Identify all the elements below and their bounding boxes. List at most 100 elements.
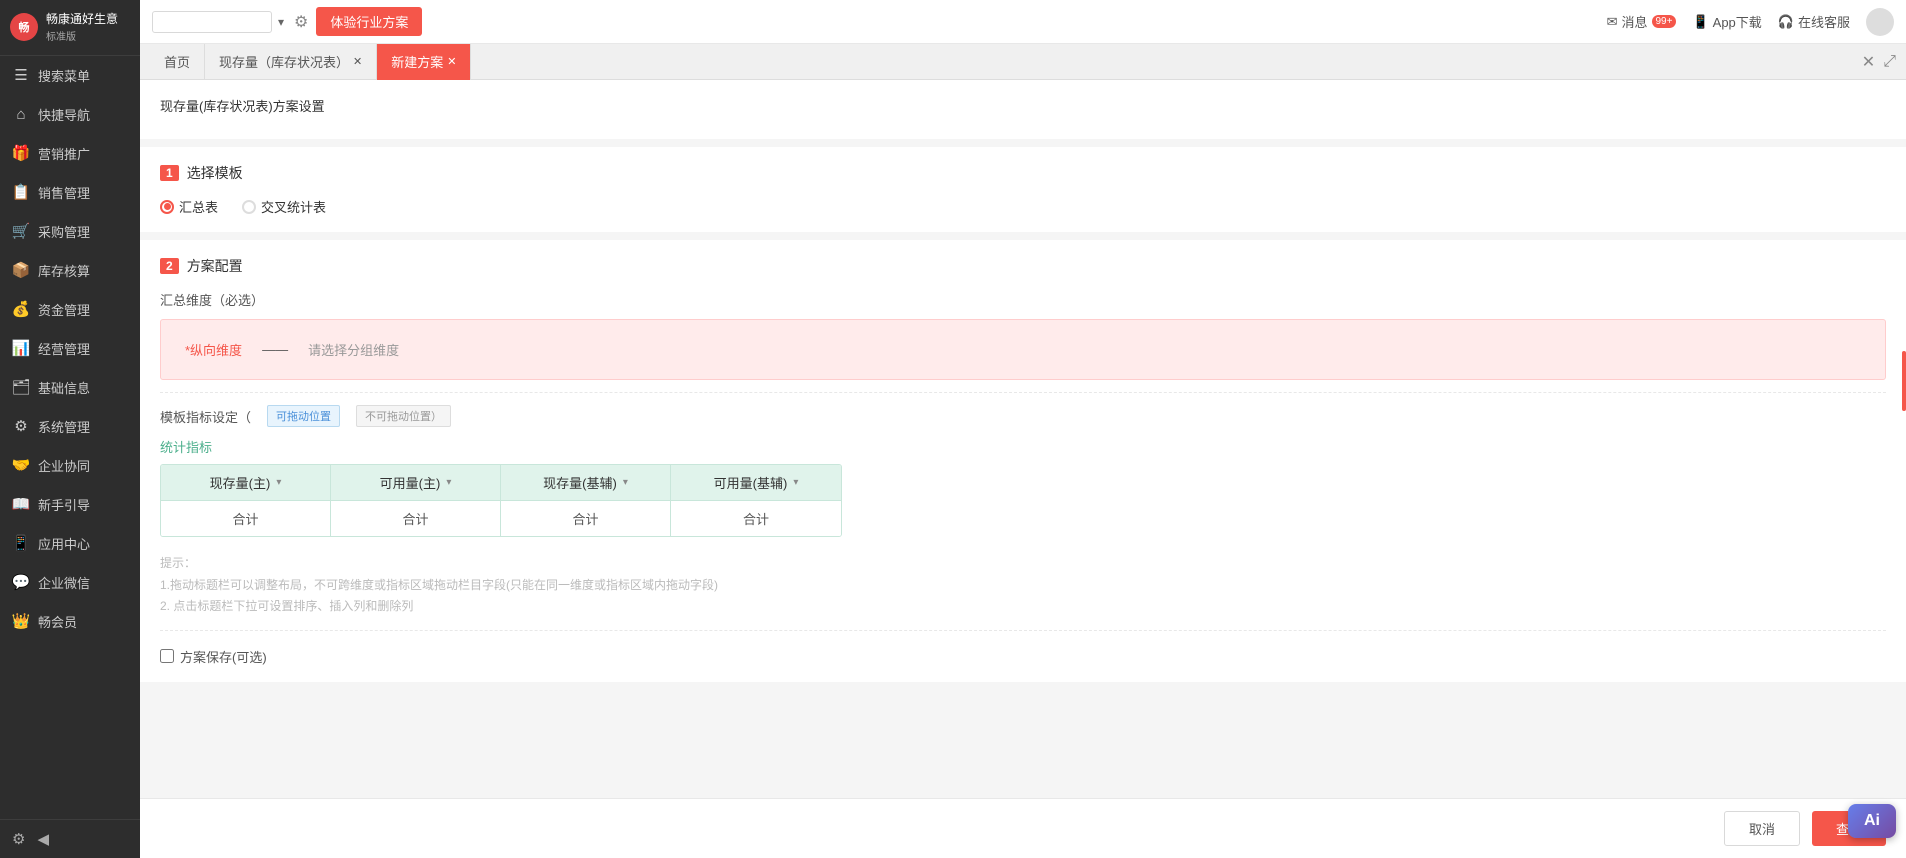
online-service-label: 在线客服 xyxy=(1798,12,1850,31)
step2-header: 2 方案配置 xyxy=(160,256,1886,276)
message-item[interactable]: ✉ 消息 99+ xyxy=(1607,12,1677,31)
industry-btn[interactable]: 体验行业方案 xyxy=(316,7,422,36)
divider1 xyxy=(160,392,1886,393)
avatar[interactable] xyxy=(1866,8,1894,36)
sidebar-item-purchase[interactable]: 🛒 采购管理 xyxy=(0,212,140,251)
sidebar-logo: 畅 畅康通好生意 标准版 xyxy=(0,0,140,56)
sidebar-item-label: 经营管理 xyxy=(38,339,90,358)
sidebar-item-app-center[interactable]: 📱 应用中心 xyxy=(0,524,140,563)
step1-title: 选择模板 xyxy=(187,163,243,183)
radio-cross[interactable]: 交叉统计表 xyxy=(242,197,326,216)
sidebar-item-coop[interactable]: 🤝 企业协同 xyxy=(0,446,140,485)
tip-item-1: 1.拖动标题栏可以调整布局，不可跨维度或指标区域拖动栏目字段(只能在同一维度或指… xyxy=(160,575,1886,597)
bottom-bar: 取消 查询 xyxy=(140,798,1906,858)
sidebar-item-member[interactable]: 👑 畅会员 xyxy=(0,602,140,641)
chevron-2[interactable]: ▾ xyxy=(623,477,628,488)
fixed-tag: 不可拖动位置） xyxy=(356,405,451,427)
sidebar-item-quick-nav[interactable]: ⌂ 快捷导航 xyxy=(0,95,140,134)
col-header-2[interactable]: 现存量(基辅) ▾ xyxy=(501,465,671,500)
sidebar-item-search-menu[interactable]: ☰ 搜索菜单 xyxy=(0,56,140,95)
ai-button[interactable]: Ai xyxy=(1848,804,1896,838)
col-header-3[interactable]: 可用量(基辅) ▾ xyxy=(671,465,841,500)
sidebar-item-wechat[interactable]: 💬 企业微信 xyxy=(0,563,140,602)
finance-icon: 💰 xyxy=(12,300,30,318)
stats-label: 统计指标 xyxy=(160,437,1886,456)
topbar-left: ▾ ⚙ 体验行业方案 xyxy=(152,7,422,36)
app-version: 标准版 xyxy=(46,28,118,43)
chevron-0[interactable]: ▾ xyxy=(276,477,281,488)
dropdown-icon[interactable]: ▾ xyxy=(278,15,284,29)
tip-item-2: 2. 点击标题栏下拉可设置排序、插入列和删除列 xyxy=(160,596,1886,618)
indicator-table: 现存量(主) ▾ 可用量(主) ▾ 现存量(基辅) ▾ 可用量(基辅) xyxy=(160,464,842,537)
dimension-arrow: —— xyxy=(262,342,288,357)
sidebar-item-label: 搜索菜单 xyxy=(38,66,90,85)
indicator-label-text: 模板指标设定（ xyxy=(160,407,251,426)
tab-new-plan[interactable]: 新建方案 ✕ xyxy=(377,44,471,80)
operation-icon: 📊 xyxy=(12,339,30,357)
app-download-item[interactable]: 📱 App下载 xyxy=(1692,12,1761,31)
tab-close-new-plan[interactable]: ✕ xyxy=(447,55,456,68)
divider2 xyxy=(160,630,1886,631)
cancel-button[interactable]: 取消 xyxy=(1724,811,1800,846)
tab-expand-icon[interactable]: ⤢ xyxy=(1883,53,1896,71)
app-name: 畅康通好生意 xyxy=(46,12,118,28)
sidebar-item-label: 企业协同 xyxy=(38,456,90,475)
purchase-icon: 🛒 xyxy=(12,222,30,240)
sidebar-item-marketing[interactable]: 🎁 营销推广 xyxy=(0,134,140,173)
tab-inventory-status[interactable]: 现存量（库存状况表） ✕ xyxy=(205,44,377,80)
sidebar-item-label: 畅会员 xyxy=(38,612,77,631)
app-center-icon: 📱 xyxy=(12,534,30,552)
sidebar-item-sales[interactable]: 📋 销售管理 xyxy=(0,173,140,212)
sidebar-item-label: 系统管理 xyxy=(38,417,90,436)
sidebar-item-label: 快捷导航 xyxy=(38,105,90,124)
coop-icon: 🤝 xyxy=(12,456,30,474)
tips-section: 提示： 1.拖动标题栏可以调整布局，不可跨维度或指标区域拖动栏目字段(只能在同一… xyxy=(160,553,1886,618)
tab-home[interactable]: 首页 xyxy=(150,44,205,80)
step1-section: 1 选择模板 汇总表 交叉统计表 xyxy=(140,147,1906,232)
collapse-icon[interactable]: ◀ xyxy=(37,830,49,848)
sidebar-item-inventory[interactable]: 📦 库存核算 xyxy=(0,251,140,290)
chevron-3[interactable]: ▾ xyxy=(793,477,798,488)
step1-header: 1 选择模板 xyxy=(160,163,1886,183)
guide-icon: 📖 xyxy=(12,495,30,513)
page-header: 现存量(库存状况表)方案设置 xyxy=(140,80,1906,139)
app-download-label: App下载 xyxy=(1713,12,1762,31)
col-header-1[interactable]: 可用量(主) ▾ xyxy=(331,465,501,500)
message-icon: ✉ xyxy=(1607,14,1618,30)
search-input[interactable] xyxy=(152,11,272,33)
tips-title: 提示： xyxy=(160,553,1886,575)
sidebar-item-guide[interactable]: 📖 新手引导 xyxy=(0,485,140,524)
step2-section: 2 方案配置 汇总维度（必选） *纵向维度 —— 请选择分组维度 模板指标设定（… xyxy=(140,240,1906,682)
radio-summary[interactable]: 汇总表 xyxy=(160,197,218,216)
save-checkbox[interactable] xyxy=(160,649,174,663)
sidebar-item-label: 基础信息 xyxy=(38,378,90,397)
topbar: ▾ ⚙ 体验行业方案 ✉ 消息 99+ 📱 App下载 🎧 在线客服 xyxy=(140,0,1906,44)
tab-close-inventory[interactable]: ✕ xyxy=(353,55,362,68)
sidebar-item-system[interactable]: ⚙ 系统管理 xyxy=(0,407,140,446)
sidebar-item-label: 企业微信 xyxy=(38,573,90,592)
logo-icon: 畅 xyxy=(10,13,38,41)
tabbar: 首页 现存量（库存状况表） ✕ 新建方案 ✕ ✕ ⤢ xyxy=(140,44,1906,80)
indicator-body-row: 合计 合计 合计 合计 xyxy=(161,500,841,536)
sidebar-item-operation[interactable]: 📊 经营管理 xyxy=(0,329,140,368)
tab-close-all-icon[interactable]: ✕ xyxy=(1862,52,1875,72)
content-area: 现存量(库存状况表)方案设置 1 选择模板 汇总表 交叉统计表 xyxy=(140,80,1906,798)
settings-icon[interactable]: ⚙ xyxy=(12,830,25,848)
radio-cross-circle xyxy=(242,200,256,214)
headset-icon: 🎧 xyxy=(1778,14,1794,30)
right-edge-indicator xyxy=(1902,351,1906,411)
step2-badge: 2 xyxy=(160,258,179,274)
dimension-box[interactable]: *纵向维度 —— 请选择分组维度 xyxy=(160,319,1886,380)
step2-title: 方案配置 xyxy=(187,256,243,276)
save-label: 方案保存(可选) xyxy=(180,647,267,666)
sidebar-item-label: 销售管理 xyxy=(38,183,90,202)
online-service-item[interactable]: 🎧 在线客服 xyxy=(1778,12,1850,31)
step1-badge: 1 xyxy=(160,165,179,181)
topbar-right: ✉ 消息 99+ 📱 App下载 🎧 在线客服 xyxy=(1607,8,1894,36)
chevron-1[interactable]: ▾ xyxy=(446,477,451,488)
sidebar-item-basic[interactable]: 🗂 基础信息 xyxy=(0,368,140,407)
sidebar-item-finance[interactable]: 💰 资金管理 xyxy=(0,290,140,329)
col-header-0[interactable]: 现存量(主) ▾ xyxy=(161,465,331,500)
gear-icon[interactable]: ⚙ xyxy=(294,12,308,32)
phone-icon: 📱 xyxy=(1692,14,1708,30)
